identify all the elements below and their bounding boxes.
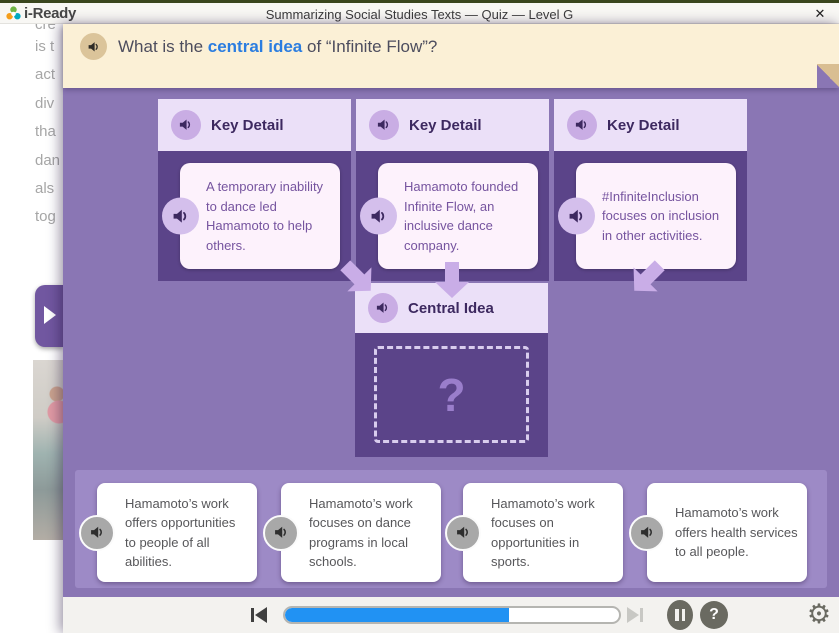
answer-option-audio-button[interactable] [629, 514, 665, 551]
article-photo [33, 360, 63, 540]
question-bar: What is the central idea of “Infinite Fl… [63, 24, 839, 88]
speaker-icon [173, 209, 186, 223]
article-text-fragment: act [35, 66, 56, 83]
central-idea-audio-button[interactable] [368, 293, 398, 323]
answer-option-1[interactable]: Hamamoto’s work offers opportunities to … [79, 483, 257, 582]
speaker-icon [640, 526, 652, 539]
key-detail-card: Hamamoto founded Infinite Flow, an inclu… [360, 163, 538, 269]
question-text: What is the central idea of “Infinite Fl… [118, 37, 437, 57]
speaker-icon [90, 526, 102, 539]
answer-option-text: Hamamoto’s work focuses on opportunities… [491, 495, 595, 570]
flow-arrow-middle-icon [435, 262, 469, 298]
key-detail-label: Key Detail [409, 116, 482, 134]
key-detail-header: Key Detail [554, 99, 747, 151]
progress-bar[interactable] [283, 606, 621, 624]
skip-forward-icon [627, 607, 639, 623]
drop-zone-placeholder: ? [437, 368, 466, 421]
speaker-icon [378, 119, 389, 131]
answer-option-audio-button[interactable] [79, 514, 115, 551]
key-detail-header: Key Detail [356, 99, 549, 151]
answer-option-text: Hamamoto’s work offers health services t… [675, 505, 798, 560]
answer-option-text: Hamamoto’s work focuses on dance program… [309, 495, 413, 570]
key-detail-label: Key Detail [211, 116, 284, 134]
key-detail-card-audio-button[interactable] [360, 197, 397, 235]
article-text-fragment: als [35, 180, 55, 197]
question-audio-button[interactable] [80, 33, 107, 60]
article-text-fragment: dan [35, 152, 61, 169]
key-detail-column-1: Key Detail A temporary inability to danc… [158, 99, 351, 281]
skip-back-button[interactable] [251, 607, 269, 623]
answer-option-4[interactable]: Hamamoto’s work offers health services t… [629, 483, 807, 582]
key-detail-column-3: Key Detail #InfiniteInclusion focuses on… [554, 99, 747, 281]
question-suffix: of “Infinite Flow”? [302, 37, 438, 56]
quiz-overlay: What is the central idea of “Infinite Fl… [63, 24, 839, 633]
key-detail-card: #InfiniteInclusion focuses on inclusion … [558, 163, 736, 269]
article-text-fragment: tog [35, 208, 56, 225]
question-keyword: central idea [207, 37, 303, 56]
article-text-fragment: is t [35, 38, 55, 55]
answer-option-3[interactable]: Hamamoto’s work focuses on opportunities… [445, 483, 623, 582]
central-idea-drop-zone[interactable]: ? [374, 346, 529, 443]
answer-options-tray: Hamamoto’s work offers opportunities to … [75, 470, 827, 588]
speaker-icon [569, 209, 582, 223]
page-fold-corner [817, 64, 839, 88]
panel-expand-tab[interactable] [35, 285, 63, 347]
pause-button[interactable] [667, 600, 693, 630]
key-detail-text: #InfiniteInclusion focuses on inclusion … [602, 188, 720, 243]
close-icon[interactable]: ✕ [811, 5, 829, 23]
speaker-icon [274, 526, 286, 539]
central-idea-label: Central Idea [408, 299, 494, 317]
speaker-icon [456, 526, 468, 539]
background-article: cre is t act div tha dan als tog [0, 24, 63, 633]
skip-back-icon [251, 608, 254, 622]
window-titlebar: i-Ready Summarizing Social Studies Texts… [0, 3, 839, 24]
key-detail-label: Key Detail [607, 116, 680, 134]
key-detail-card-audio-button[interactable] [558, 197, 595, 235]
answer-option-audio-button[interactable] [263, 514, 299, 551]
article-text-fragment: tha [35, 123, 56, 140]
pause-icon [675, 609, 679, 621]
player-control-bar: ? ⚙ [63, 597, 839, 633]
speaker-icon [371, 209, 384, 223]
key-detail-card: A temporary inability to dance led Hamam… [162, 163, 340, 269]
play-arrow-icon [44, 306, 56, 324]
speaker-icon [377, 302, 388, 314]
key-detail-column-2: Key Detail Hamamoto founded Infinite Flo… [356, 99, 549, 281]
key-detail-header: Key Detail [158, 99, 351, 151]
skip-forward-button[interactable] [627, 607, 645, 623]
speaker-icon [88, 41, 98, 52]
answer-option-2[interactable]: Hamamoto’s work focuses on dance program… [263, 483, 441, 582]
answer-option-text: Hamamoto’s work offers opportunities to … [125, 495, 236, 570]
key-detail-body: A temporary inability to dance led Hamam… [158, 151, 351, 281]
help-button[interactable]: ? [700, 601, 728, 629]
question-prefix: What is the [118, 37, 208, 56]
key-detail-text: A temporary inability to dance led Hamam… [206, 179, 324, 253]
speaker-icon [576, 119, 587, 131]
progress-fill [285, 608, 509, 622]
key-detail-audio-button[interactable] [567, 110, 597, 140]
key-detail-card-audio-button[interactable] [162, 197, 199, 235]
key-detail-audio-button[interactable] [171, 110, 201, 140]
window-title: Summarizing Social Studies Texts — Quiz … [265, 7, 574, 22]
graphic-organizer: Key Detail A temporary inability to danc… [63, 88, 839, 597]
article-text-fragment: div [35, 95, 55, 112]
speaker-icon [180, 119, 191, 131]
key-detail-audio-button[interactable] [369, 110, 399, 140]
key-detail-text: Hamamoto founded Infinite Flow, an inclu… [404, 179, 519, 253]
settings-gear-icon[interactable]: ⚙ [804, 598, 834, 630]
answer-option-audio-button[interactable] [445, 514, 481, 551]
article-text-fragment: cre [35, 24, 56, 33]
central-idea-body: ? [355, 333, 548, 457]
